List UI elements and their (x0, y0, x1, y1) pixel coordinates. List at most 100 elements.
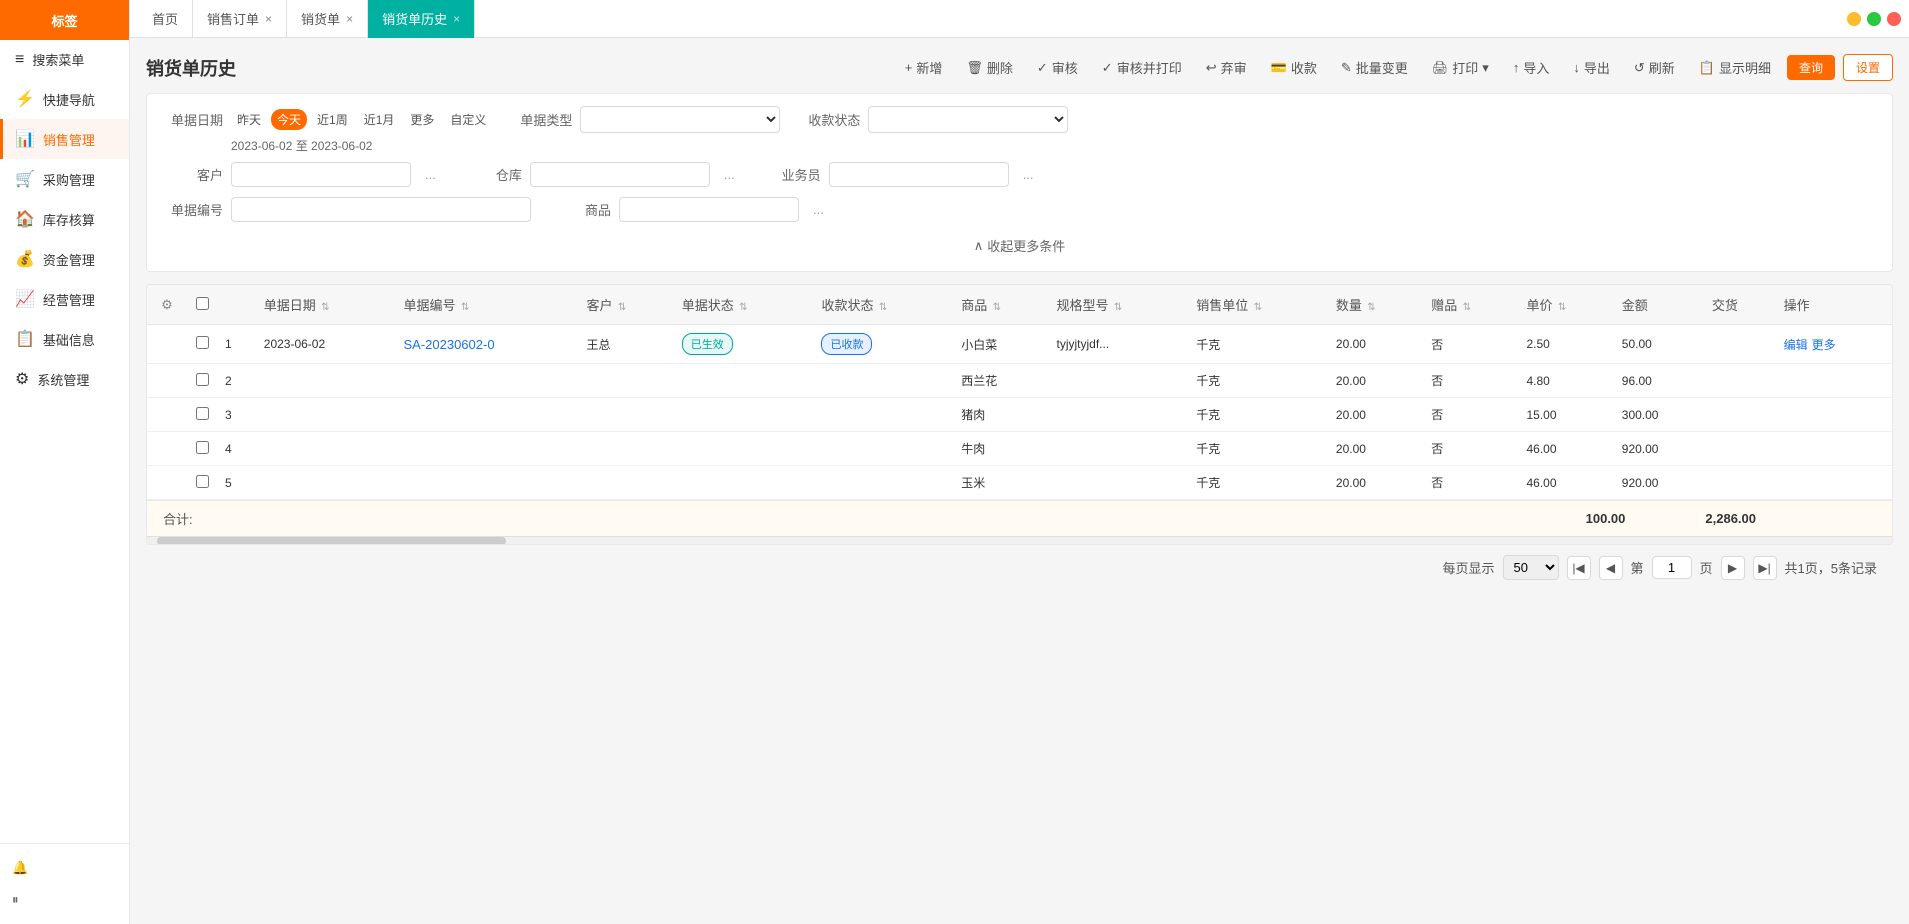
col-qty[interactable]: 数量 ⇅ (1328, 285, 1423, 325)
sidebar-collapse[interactable]: ⏸ (0, 884, 129, 916)
print-button[interactable]: 🖨 打印 ▾ (1424, 54, 1497, 81)
col-settings[interactable]: ⚙ (147, 285, 187, 325)
sidebar-item-purchase-mgmt[interactable]: 🛒 采购管理 (0, 159, 129, 199)
shortcut-month[interactable]: 近1月 (358, 109, 401, 130)
tab-sales-history[interactable]: 销货单历史 × (368, 0, 475, 38)
row-check[interactable] (187, 466, 217, 500)
settings-button[interactable]: 设置 (1843, 54, 1893, 81)
doc-no-label: 单据编号 (163, 200, 223, 219)
shortcut-yesterday[interactable]: 昨天 (231, 109, 267, 130)
col-row-no (217, 285, 256, 325)
sidebar-item-quick-nav[interactable]: ⚡ 快捷导航 (0, 79, 129, 119)
page-input[interactable] (1652, 556, 1692, 579)
tab-home[interactable]: 首页 (138, 0, 193, 38)
page-size-select[interactable]: 50 10 20 100 (1503, 555, 1559, 580)
tab-sales-order[interactable]: 销售订单 × (193, 0, 287, 38)
col-price[interactable]: 单价 ⇅ (1518, 285, 1613, 325)
col-doc-status[interactable]: 单据状态 ⇅ (674, 285, 814, 325)
last-page-button[interactable]: ▶| (1753, 556, 1777, 580)
delete-button[interactable]: 🗑 删除 (958, 54, 1021, 81)
shortcut-week[interactable]: 近1周 (311, 109, 354, 130)
refresh-button[interactable]: ↺ 刷新 (1626, 54, 1683, 81)
col-goods[interactable]: 商品 ⇅ (953, 285, 1048, 325)
row-check[interactable] (187, 432, 217, 466)
col-customer[interactable]: 客户 ⇅ (578, 285, 673, 325)
add-button[interactable]: + 新增 (897, 54, 951, 81)
sidebar-item-system[interactable]: ⚙ 系统管理 (0, 359, 129, 399)
collect-button[interactable]: 💳 收款 (1263, 54, 1325, 81)
sort-customer-icon: ⇅ (618, 302, 626, 313)
edit-action[interactable]: 编辑 (1784, 336, 1808, 353)
tab-sales-history-close[interactable]: × (453, 12, 460, 26)
cell-doc-status (674, 466, 814, 500)
row-checkbox[interactable] (196, 475, 209, 488)
cell-doc-date (256, 466, 396, 500)
table-row: 3 猪肉 千克 20.00 否 15.00 300.00 (147, 398, 1892, 432)
next-page-button[interactable]: ▶ (1721, 556, 1745, 580)
shortcut-more[interactable]: 更多 (404, 109, 440, 130)
goods-dots[interactable]: ... (807, 200, 830, 219)
col-spec[interactable]: 规格型号 ⇅ (1048, 285, 1188, 325)
sidebar-item-operations[interactable]: 📈 经营管理 (0, 279, 129, 319)
row-checkbox[interactable] (196, 373, 209, 386)
sort-qty-icon: ⇅ (1367, 302, 1375, 313)
batch-change-button[interactable]: ✎ 批量变更 (1333, 54, 1416, 81)
goods-input[interactable] (619, 197, 799, 222)
audit-button[interactable]: ✓ 审核 (1029, 54, 1086, 81)
filter-date: 单据日期 昨天 今天 近1周 近1月 更多 自定义 (163, 109, 492, 130)
show-detail-button[interactable]: 📋 显示明细 (1691, 54, 1779, 81)
doc-no-link[interactable]: SA-20230602-0 (403, 337, 494, 352)
sidebar-bottom-user[interactable]: 🔔 (0, 852, 129, 884)
sidebar-item-basic-info[interactable]: 📋 基础信息 (0, 319, 129, 359)
col-gift[interactable]: 赠品 ⇅ (1423, 285, 1518, 325)
staff-dots[interactable]: ... (1017, 165, 1040, 184)
query-button[interactable]: 查询 (1787, 55, 1835, 80)
audit-print-button[interactable]: ✓ 审核并打印 (1094, 54, 1190, 81)
col-unit[interactable]: 销售单位 ⇅ (1188, 285, 1328, 325)
tab-sales-goods[interactable]: 销货单 × (287, 0, 368, 38)
cell-trade (1704, 325, 1776, 364)
row-checkbox[interactable] (196, 441, 209, 454)
sidebar-item-sales-mgmt[interactable]: 📊 销售管理 (0, 119, 129, 159)
customer-input[interactable] (231, 162, 411, 187)
sidebar-item-finance[interactable]: 💰 资金管理 (0, 239, 129, 279)
settings-gear-icon[interactable]: ⚙ (161, 297, 173, 312)
col-doc-date[interactable]: 单据日期 ⇅ (256, 285, 396, 325)
warehouse-input[interactable] (530, 162, 710, 187)
tab-sales-goods-close[interactable]: × (346, 12, 353, 26)
row-check[interactable] (187, 398, 217, 432)
first-page-button[interactable]: |◀ (1567, 556, 1591, 580)
shortcut-custom[interactable]: 自定义 (444, 109, 492, 130)
doc-type-select[interactable] (580, 106, 780, 133)
tab-sales-order-close[interactable]: × (265, 12, 272, 26)
row-check[interactable] (187, 364, 217, 398)
staff-input[interactable] (829, 162, 1009, 187)
close-button[interactable] (1887, 12, 1901, 26)
doc-no-input[interactable] (231, 197, 531, 222)
col-doc-no[interactable]: 单据编号 ⇅ (395, 285, 578, 325)
doc-type-label: 单据类型 (512, 110, 572, 129)
shortcut-today[interactable]: 今天 (271, 109, 307, 130)
minimize-button[interactable] (1847, 12, 1861, 26)
sidebar-item-search-menu[interactable]: ≡ 搜索菜单 (0, 40, 129, 79)
row-checkbox[interactable] (196, 407, 209, 420)
collect-status-select[interactable] (868, 106, 1068, 133)
import-button[interactable]: ↑ 导入 (1505, 54, 1558, 81)
more-action[interactable]: 更多 (1812, 336, 1836, 353)
customer-dots[interactable]: ... (419, 165, 442, 184)
export-button[interactable]: ↓ 导出 (1565, 54, 1618, 81)
maximize-button[interactable] (1867, 12, 1881, 26)
col-collect-status[interactable]: 收款状态 ⇅ (813, 285, 953, 325)
sidebar-item-inventory[interactable]: 🏠 库存核算 (0, 199, 129, 239)
warehouse-dots[interactable]: ... (718, 165, 741, 184)
prev-page-button[interactable]: ◀ (1599, 556, 1623, 580)
abandon-button[interactable]: ↩ 弃审 (1198, 54, 1255, 81)
row-check[interactable] (187, 325, 217, 364)
customer-label: 客户 (163, 165, 223, 184)
filter-collapse[interactable]: ∧ 收起更多条件 (163, 232, 1876, 259)
footer-total-amount: 2,286.00 (1705, 511, 1756, 526)
collapse-arrow-icon: ∧ (974, 238, 984, 254)
select-all-checkbox[interactable] (196, 297, 209, 310)
row-checkbox[interactable] (196, 336, 209, 349)
search-menu-icon: ≡ (15, 51, 24, 69)
